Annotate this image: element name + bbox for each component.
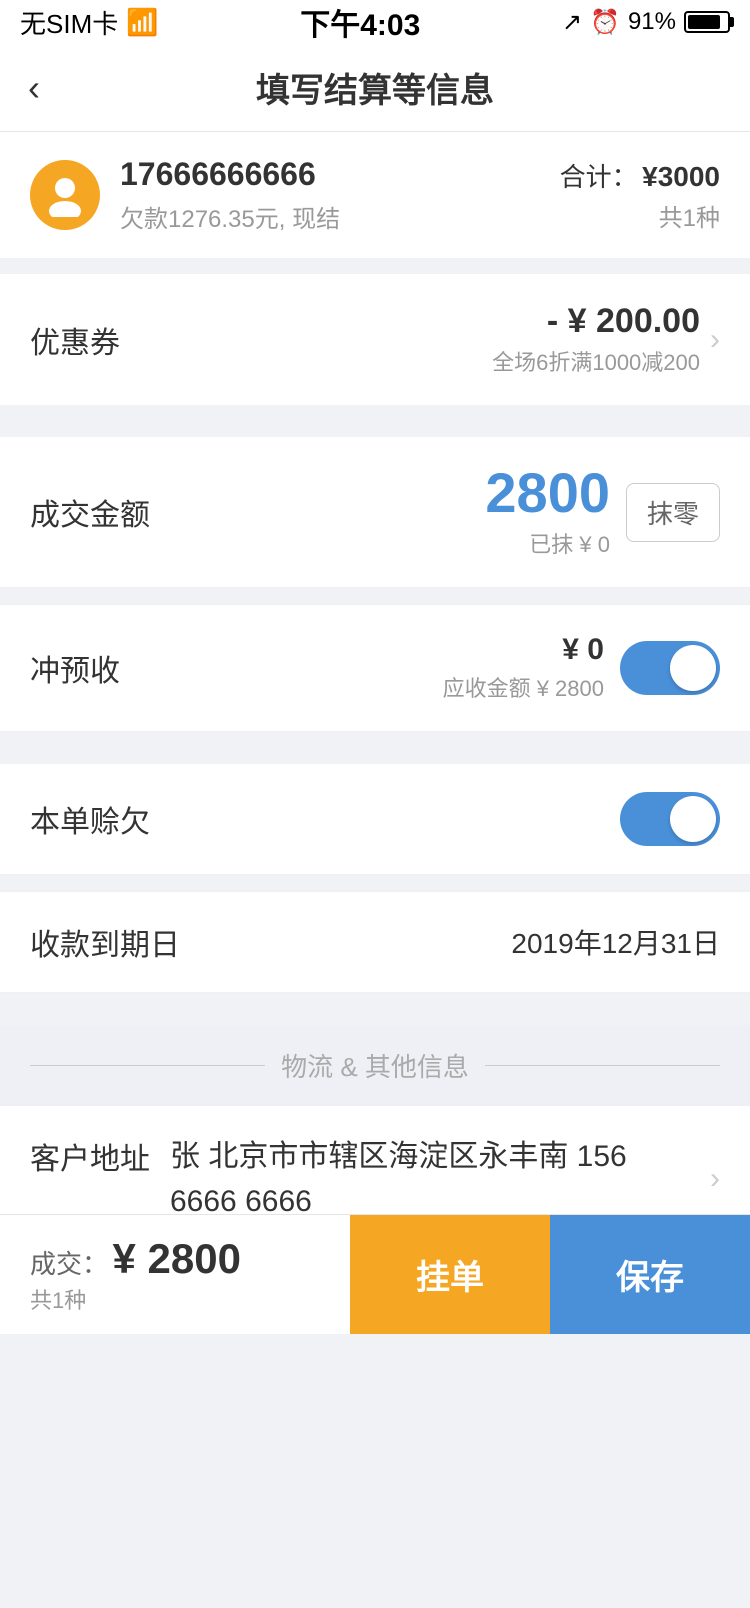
total-label-amount: 合计： ¥3000 xyxy=(560,157,720,194)
alarm-icon: ⏰ xyxy=(590,8,620,37)
prepaid-label: 冲预收 xyxy=(30,646,120,690)
total-count: 共1种 xyxy=(560,198,720,233)
due-date-label: 收款到期日 xyxy=(30,920,180,964)
debt-toggle-knob xyxy=(670,796,716,842)
bottom-info: 成交： ¥ 2800 共1种 xyxy=(0,1215,350,1334)
prepaid-row: 冲预收 ¥ 0 应收金额 ¥ 2800 xyxy=(0,604,750,732)
toggle-knob xyxy=(670,645,716,691)
deal-amount-value: 2800 xyxy=(485,465,610,521)
avatar xyxy=(30,160,100,230)
deal-amount-label: 成交金额 xyxy=(30,490,150,534)
prepaid-right: ¥ 0 应收金额 ¥ 2800 xyxy=(443,633,720,703)
avatar-icon xyxy=(43,173,87,217)
round-button[interactable]: 抹零 xyxy=(626,483,720,542)
main-content: 17666666666 欠款1276.35元, 现结 合计： ¥3000 共1种… xyxy=(0,132,750,1608)
coupon-amount: - ¥ 200.00 xyxy=(492,302,700,341)
customer-phone: 17666666666 xyxy=(120,156,340,193)
logistics-label-text: 物流 & 其他信息 xyxy=(281,1047,469,1084)
bottom-bar: 成交： ¥ 2800 共1种 挂单 保存 xyxy=(0,1214,750,1334)
deal-amount-col: 2800 已抹 ¥ 0 xyxy=(485,465,610,559)
label-line-left xyxy=(30,1065,265,1066)
no-sim-text: 无SIM卡 xyxy=(20,4,118,41)
nav-bar: ‹ 填写结算等信息 xyxy=(0,44,750,132)
address-label: 客户地址 xyxy=(30,1134,150,1178)
prepaid-sub: 应收金额 ¥ 2800 xyxy=(443,671,604,703)
coupon-desc: 全场6折满1000减200 xyxy=(492,345,700,377)
customer-details: 17666666666 欠款1276.35元, 现结 xyxy=(120,156,340,234)
coupon-row[interactable]: 优惠券 - ¥ 200.00 全场6折满1000减200 › xyxy=(0,274,750,405)
customer-sub: 欠款1276.35元, 现结 xyxy=(120,199,340,234)
coupon-chevron-icon: › xyxy=(710,323,720,357)
page-title: 填写结算等信息 xyxy=(256,63,494,112)
coupon-info: - ¥ 200.00 全场6折满1000减200 xyxy=(492,302,700,377)
section-divider-3 xyxy=(0,1009,750,1025)
debt-row: 本单赊欠 xyxy=(0,764,750,875)
status-bar: 无SIM卡 📶 下午4:03 ↗ ⏰ 91% xyxy=(0,0,750,44)
bottom-amount: ¥ 2800 xyxy=(112,1235,240,1282)
due-date-value: 2019年12月31日 xyxy=(511,922,720,962)
due-date-right: 2019年12月31日 xyxy=(511,922,720,962)
bottom-deal-label: 成交： xyxy=(30,1249,108,1279)
battery-percent: 91% xyxy=(628,8,676,36)
customer-left: 17666666666 欠款1276.35元, 现结 xyxy=(30,156,340,234)
status-right: ↗ ⏰ 91% xyxy=(562,8,730,37)
status-time: 下午4:03 xyxy=(300,0,420,44)
location-icon: ↗ xyxy=(562,8,582,37)
save-button[interactable]: 保存 xyxy=(550,1215,750,1334)
hang-button[interactable]: 挂单 xyxy=(350,1215,550,1334)
customer-info-card: 17666666666 欠款1276.35元, 现结 合计： ¥3000 共1种 xyxy=(0,132,750,258)
debt-toggle[interactable] xyxy=(620,792,720,846)
deal-amount-row: 成交金额 2800 已抹 ¥ 0 抹零 xyxy=(0,437,750,588)
debt-label: 本单赊欠 xyxy=(30,797,150,841)
due-date-row: 收款到期日 2019年12月31日 xyxy=(0,891,750,993)
prepaid-amount: ¥ 0 xyxy=(443,633,604,667)
section-divider-2 xyxy=(0,748,750,764)
total-label: 合计： xyxy=(560,162,638,192)
coupon-right: - ¥ 200.00 全场6折满1000减200 › xyxy=(492,302,720,377)
prepaid-toggle[interactable] xyxy=(620,641,720,695)
bottom-deal-row: 成交： ¥ 2800 xyxy=(30,1235,320,1283)
logistics-section-label: 物流 & 其他信息 xyxy=(0,1025,750,1106)
back-button[interactable]: ‹ xyxy=(28,67,40,109)
coupon-label: 优惠券 xyxy=(30,318,120,362)
customer-total: 合计： ¥3000 共1种 xyxy=(560,157,720,233)
deal-amount-sub: 已抹 ¥ 0 xyxy=(485,527,610,559)
debt-right xyxy=(620,792,720,846)
label-line-right xyxy=(485,1065,720,1066)
battery-icon xyxy=(684,11,730,33)
status-left: 无SIM卡 📶 xyxy=(20,4,159,41)
wifi-icon: 📶 xyxy=(126,7,158,38)
section-divider-1 xyxy=(0,421,750,437)
bottom-count: 共1种 xyxy=(30,1283,320,1315)
address-value: 张 北京市市辖区海淀区永丰南 156 6666 6666 xyxy=(170,1134,700,1224)
deal-amount-right: 2800 已抹 ¥ 0 抹零 xyxy=(485,465,720,559)
address-chevron-icon: › xyxy=(710,1162,720,1196)
prepaid-amount-col: ¥ 0 应收金额 ¥ 2800 xyxy=(443,633,604,703)
total-amount: ¥3000 xyxy=(642,161,720,192)
